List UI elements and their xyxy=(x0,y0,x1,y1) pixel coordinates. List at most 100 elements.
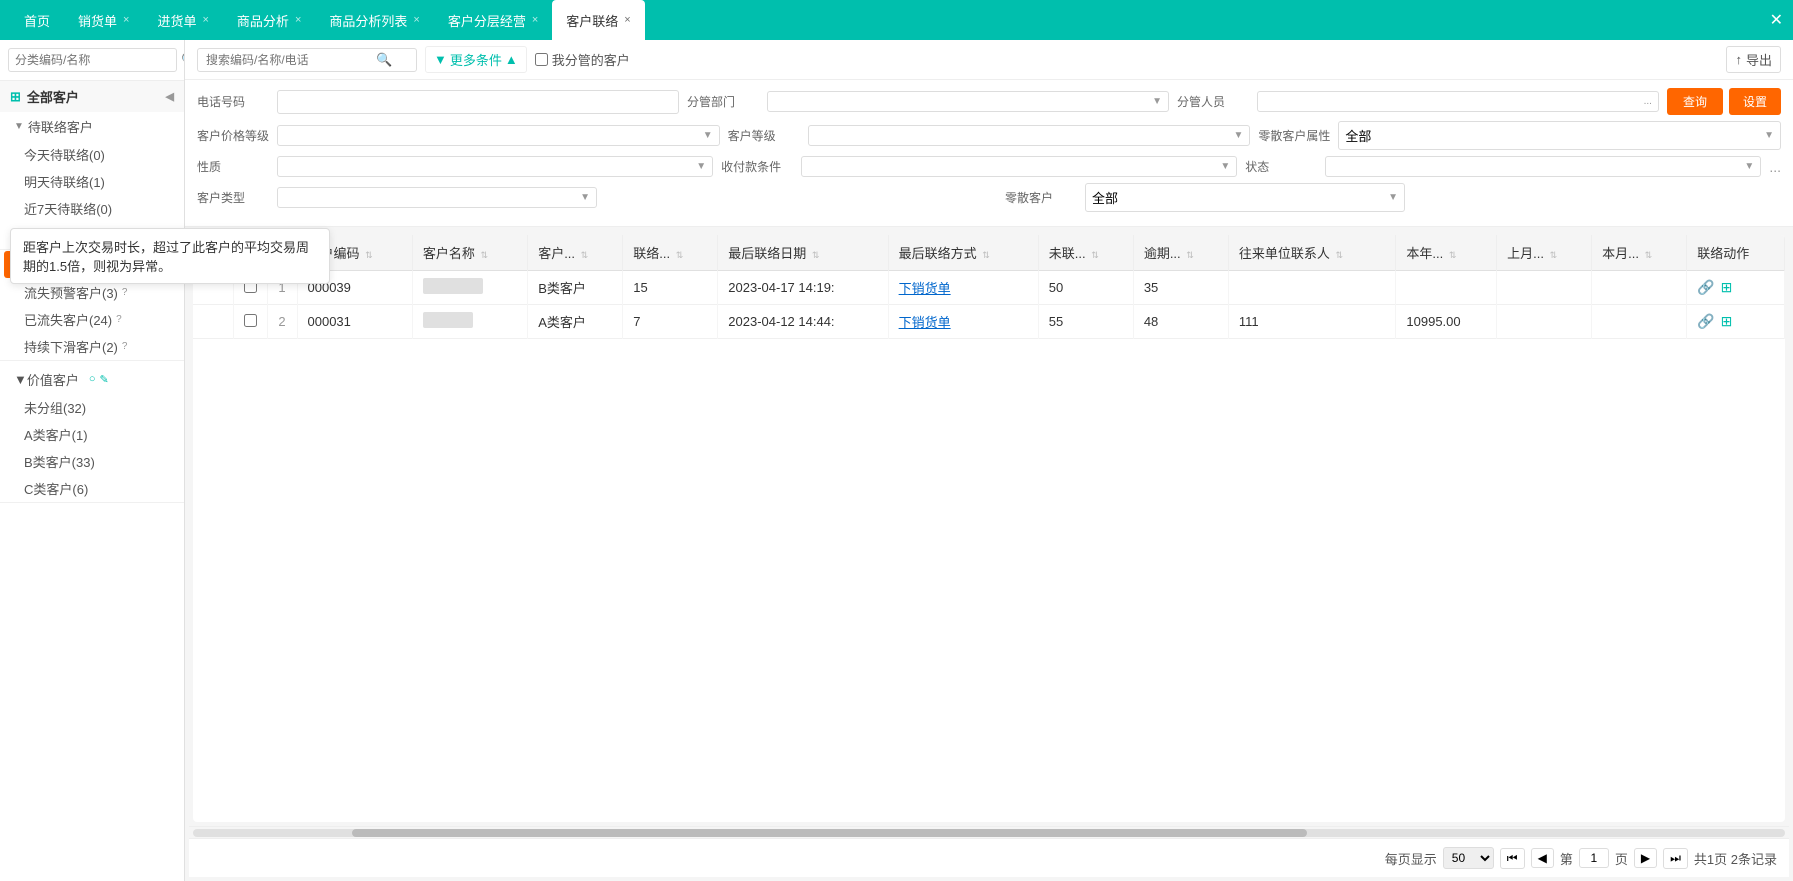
retail-attr-select[interactable]: 全部 ▼ xyxy=(1338,121,1781,150)
customer-level-select[interactable]: ▼ xyxy=(808,125,1251,146)
sidebar-item-class-b[interactable]: B类客户(33) xyxy=(0,448,184,475)
horizontal-scrollbar[interactable] xyxy=(189,826,1789,838)
retail-customer-select[interactable]: 全部 ▼ xyxy=(1085,183,1405,212)
col-uncontacted[interactable]: 未联... ⇅ xyxy=(1038,235,1133,271)
col-name[interactable]: 客户名称 ⇅ xyxy=(412,235,527,271)
nav-purchase-order[interactable]: 进货单 × xyxy=(143,0,222,40)
nav-customer-tier[interactable]: 客户分层经营 × xyxy=(434,0,552,40)
more-conditions-btn[interactable]: ▼ 更多条件 ▲ xyxy=(425,46,527,73)
settings-button[interactable]: 设置 xyxy=(1729,88,1781,115)
nav-product-analysis-list[interactable]: 商品分析列表 × xyxy=(315,0,433,40)
per-page-select[interactable]: 10 20 50 100 xyxy=(1443,847,1494,869)
my-customers-checkbox[interactable] xyxy=(535,53,548,66)
filter-bar: 🔍 ▼ 更多条件 ▲ 我分管的客户 ↑ 导出 xyxy=(185,40,1793,80)
close-customer-tier[interactable]: × xyxy=(532,14,538,26)
help-icon-declining[interactable]: ? xyxy=(122,341,128,352)
sidebar-item-ungrouped[interactable]: 未分组(32) xyxy=(0,394,184,421)
export-button[interactable]: ↑ 导出 xyxy=(1726,46,1781,73)
sort-contact-icon: ⇅ xyxy=(676,250,684,260)
col-last-method[interactable]: 最后联络方式 ⇅ xyxy=(888,235,1038,271)
cell-last-method-2[interactable]: 下销货单 xyxy=(888,305,1038,339)
search-icon[interactable]: 🔍 xyxy=(376,52,392,68)
close-sales-order[interactable]: × xyxy=(123,14,129,26)
collapse-sidebar-icon[interactable]: ◀ xyxy=(166,90,174,103)
grid-action-icon-2[interactable]: ⊞ xyxy=(1721,313,1733,330)
col-this-year[interactable]: 本年... ⇅ xyxy=(1396,235,1497,271)
next-page-btn[interactable]: ▶ xyxy=(1634,848,1657,868)
circle-icon[interactable]: ○ xyxy=(89,373,96,386)
col-actions: 联络动作 xyxy=(1687,235,1785,271)
close-purchase-order[interactable]: × xyxy=(202,14,208,26)
col-contacts[interactable]: 往来单位联系人 ⇅ xyxy=(1228,235,1396,271)
sidebar-item-7days[interactable]: 近7天待联络(0) xyxy=(0,195,184,222)
cell-checkbox-2[interactable] xyxy=(233,305,267,339)
page-suffix: 页 xyxy=(1615,849,1628,868)
close-customer-contact[interactable]: × xyxy=(624,14,630,26)
col-last-date[interactable]: 最后联络日期 ⇅ xyxy=(718,235,888,271)
edit-icon[interactable]: ✎ xyxy=(100,373,109,386)
cell-name-2[interactable] xyxy=(412,305,527,339)
link-action-icon-2[interactable]: 🔗 xyxy=(1697,313,1714,330)
value-customers-group: ▼ 价值客户 ○ ✎ 未分组(32) A类客户(1) B类客户(33) C类客户… xyxy=(0,365,184,503)
main-search-input[interactable] xyxy=(206,53,376,67)
chevron-up-icon: ▲ xyxy=(505,52,518,67)
customer-level-field: 客户等级 ▼ xyxy=(728,125,1251,146)
col-contact-count[interactable]: 联络... ⇅ xyxy=(623,235,718,271)
nav-customer-contact[interactable]: 客户联络 × xyxy=(552,0,644,40)
close-product-analysis[interactable]: × xyxy=(295,14,301,26)
sidebar-search-input[interactable] xyxy=(8,48,177,72)
last-page-btn[interactable]: ⏭ xyxy=(1663,848,1688,869)
payment-select[interactable]: ▼ xyxy=(801,156,1237,177)
page-input[interactable]: 1 xyxy=(1579,848,1609,868)
col-this-month[interactable]: 本月... ⇅ xyxy=(1592,235,1687,271)
sidebar-item-already-lost[interactable]: 已流失客户(24) ? xyxy=(0,306,184,333)
sidebar-item-today[interactable]: 今天待联络(0) xyxy=(0,141,184,168)
first-page-btn[interactable]: ⏮ xyxy=(1500,848,1525,869)
gender-select[interactable]: ▼ xyxy=(277,156,713,177)
close-all-tabs[interactable]: ✕ xyxy=(1770,10,1783,30)
payment-down-icon: ▼ xyxy=(1220,161,1230,172)
help-icon-lost-preview[interactable]: ? xyxy=(122,287,128,298)
price-level-select[interactable]: ▼ xyxy=(277,125,720,146)
search-bar: 🔍 xyxy=(197,48,417,72)
scroll-thumb[interactable] xyxy=(352,829,1307,837)
all-customers-header[interactable]: ⊞ 全部客户 ◀ xyxy=(0,81,184,112)
close-product-analysis-list[interactable]: × xyxy=(413,14,419,26)
sidebar-item-declining[interactable]: 持续下滑客户(2) ? xyxy=(0,333,184,360)
col-last-month[interactable]: 上月... ⇅ xyxy=(1497,235,1592,271)
query-button[interactable]: 查询 xyxy=(1667,88,1723,115)
cell-name-1[interactable] xyxy=(412,271,527,305)
scroll-track[interactable] xyxy=(193,829,1785,837)
nav-home[interactable]: 首页 xyxy=(10,0,64,40)
customer-type-select[interactable]: ▼ xyxy=(277,187,597,208)
help-icon-already-lost[interactable]: ? xyxy=(116,314,122,325)
manager-select[interactable]: ... xyxy=(1257,91,1659,112)
per-page-label: 每页显示 xyxy=(1385,849,1437,868)
sidebar-item-tomorrow[interactable]: 明天待联络(1) xyxy=(0,168,184,195)
row-checkbox-2[interactable] xyxy=(244,314,257,327)
cell-this-year-2: 10995.00 xyxy=(1396,305,1497,339)
col-level[interactable]: 客户... ⇅ xyxy=(528,235,623,271)
more-dots-icon[interactable]: ... xyxy=(1769,159,1781,175)
sidebar-item-class-a[interactable]: A类客户(1) xyxy=(0,421,184,448)
payment-label: 收付款条件 xyxy=(721,158,801,175)
price-level-field: 客户价格等级 ▼ xyxy=(197,125,720,146)
nav-sales-order[interactable]: 销货单 × xyxy=(64,0,143,40)
link-action-icon-1[interactable]: 🔗 xyxy=(1697,279,1714,296)
manager-down-icon: ... xyxy=(1644,96,1652,107)
cell-last-method-1[interactable]: 下销货单 xyxy=(888,271,1038,305)
dept-select[interactable]: ▼ xyxy=(767,91,1169,112)
cell-actions-2: 🔗 ⊞ xyxy=(1687,305,1785,339)
grid-action-icon-1[interactable]: ⊞ xyxy=(1721,279,1733,296)
status-select[interactable]: ▼ xyxy=(1325,156,1761,177)
col-overdue[interactable]: 逾期... ⇅ xyxy=(1133,235,1228,271)
phone-input[interactable] xyxy=(277,90,679,114)
pending-group-title[interactable]: ▼ 待联络客户 xyxy=(0,112,184,141)
value-group-title[interactable]: ▼ 价值客户 ○ ✎ xyxy=(0,365,184,394)
dept-label: 分管部门 xyxy=(687,93,767,110)
sidebar-item-class-c[interactable]: C类客户(6) xyxy=(0,475,184,502)
customer-type-label: 客户类型 xyxy=(197,189,277,206)
nav-product-analysis[interactable]: 商品分析 × xyxy=(223,0,315,40)
prev-page-btn[interactable]: ◀ xyxy=(1531,848,1554,868)
cell-last-month-1 xyxy=(1497,271,1592,305)
